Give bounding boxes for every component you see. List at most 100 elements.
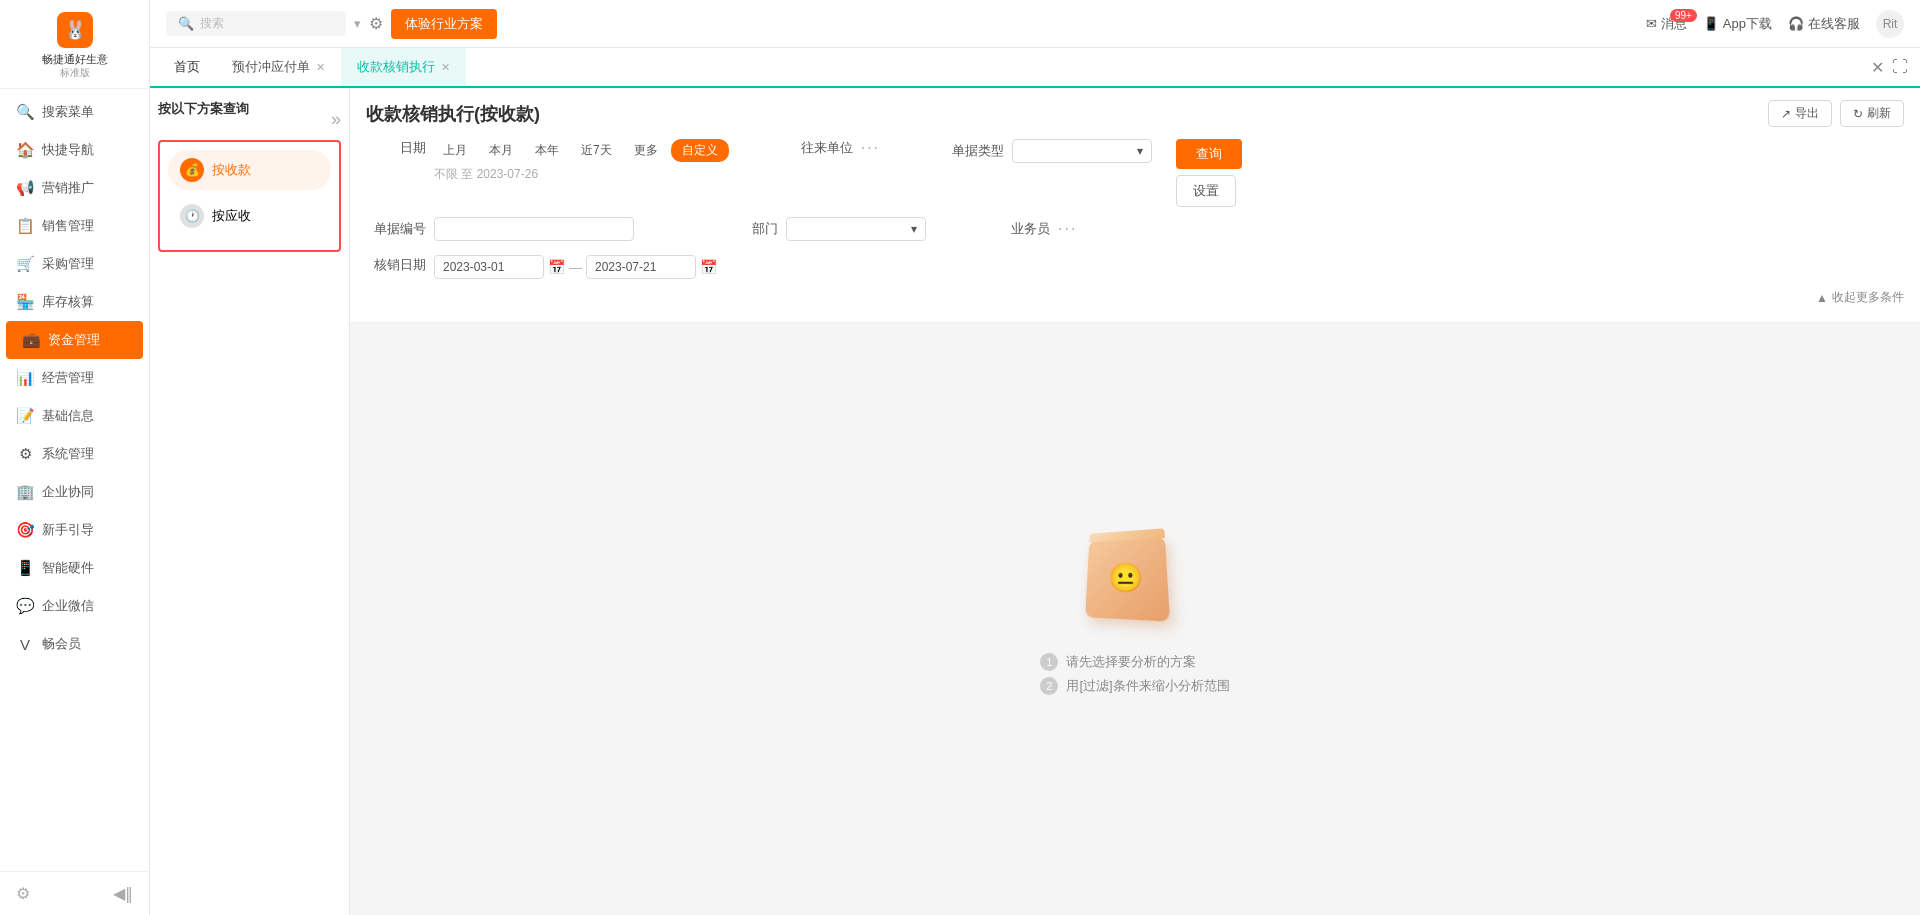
- doc-no-input[interactable]: [434, 217, 634, 241]
- sidebar-item-guide[interactable]: 🎯 新手引导: [0, 511, 149, 549]
- app-name: 畅捷通好生意: [42, 52, 108, 66]
- guide-icon: 🎯: [16, 521, 34, 539]
- message-btn[interactable]: ✉ 消息 99+: [1646, 15, 1687, 33]
- doc-type-dropdown-icon: ▾: [1137, 144, 1143, 158]
- refresh-btn[interactable]: ↻ 刷新: [1840, 100, 1904, 127]
- sidebar-item-enterprise[interactable]: 🏢 企业协同: [0, 473, 149, 511]
- counterpart-field: 往来单位 ···: [793, 139, 880, 157]
- date-section: 上月 本月 本年 近7天 更多 自定义 不限 至 2023-07-26: [434, 139, 729, 183]
- tab-close-btn[interactable]: ✕: [1871, 58, 1884, 77]
- date-quick-row: 上月 本月 本年 近7天 更多 自定义: [434, 139, 729, 162]
- main-area: 🔍 搜索 ▾ ⚙ 体验行业方案 ✉ 消息 99+ 📱 App下载 🎧 在线客服 …: [150, 0, 1920, 915]
- query-btn[interactable]: 查询: [1176, 139, 1242, 169]
- filter-by-receipt[interactable]: 💰 按收款: [168, 150, 331, 190]
- tab-home[interactable]: 首页: [158, 48, 216, 88]
- sidebar-item-hardware[interactable]: 📱 智能硬件: [0, 549, 149, 587]
- top-search-box[interactable]: 🔍 搜索: [166, 11, 346, 36]
- date-range-separator: —: [569, 260, 582, 275]
- hint-text-1: 请先选择要分析的方案: [1066, 653, 1196, 671]
- sidebar-item-quick[interactable]: 🏠 快捷导航: [0, 131, 149, 169]
- sales-icon: 📋: [16, 217, 34, 235]
- export-btn[interactable]: ↗ 导出: [1768, 100, 1832, 127]
- date-this-year[interactable]: 本年: [526, 139, 568, 162]
- setting-btn[interactable]: 设置: [1176, 175, 1236, 207]
- sidebar-item-marketing[interactable]: 📢 营销推广: [0, 169, 149, 207]
- sidebar-item-search[interactable]: 🔍 搜索菜单: [0, 93, 149, 131]
- industry-btn[interactable]: 体验行业方案: [391, 9, 497, 39]
- dept-select[interactable]: ▾: [786, 217, 926, 241]
- date-this-month[interactable]: 本月: [480, 139, 522, 162]
- sidebar-item-base[interactable]: 📝 基础信息: [0, 397, 149, 435]
- sidebar-item-sales[interactable]: 📋 销售管理: [0, 207, 149, 245]
- date-last-month[interactable]: 上月: [434, 139, 476, 162]
- filter-by-receivable[interactable]: 🕐 按应收: [168, 196, 331, 236]
- verify-end-input[interactable]: [586, 255, 696, 279]
- panel-collapse-btn[interactable]: »: [331, 109, 341, 130]
- system-icon: ⚙: [16, 445, 34, 463]
- vip-icon: V: [16, 636, 34, 653]
- date-more[interactable]: 更多: [625, 139, 667, 162]
- dept-field: 部门 ▾: [718, 217, 926, 241]
- sidebar-item-system[interactable]: ⚙ 系统管理: [0, 435, 149, 473]
- tab-receivable-label: 收款核销执行: [357, 58, 435, 76]
- verify-date-group: 📅 — 📅: [434, 255, 717, 279]
- hint-num-2: 2: [1040, 677, 1058, 695]
- service-label: 在线客服: [1808, 15, 1860, 33]
- sidebar-collapse-icon[interactable]: ◀‖: [113, 884, 133, 903]
- purchase-icon: 🛒: [16, 255, 34, 273]
- page-title: 收款核销执行(按收款): [366, 102, 540, 126]
- enterprise-icon: 🏢: [16, 483, 34, 501]
- user-name: Rit: [1883, 17, 1898, 31]
- search-icon: 🔍: [178, 16, 194, 31]
- sidebar-item-label: 经营管理: [42, 369, 94, 387]
- sidebar-item-finance[interactable]: 💼 资金管理: [6, 321, 143, 359]
- app-download-btn[interactable]: 📱 App下载: [1703, 15, 1772, 33]
- message-badge: 99+: [1670, 9, 1697, 22]
- sidebar-item-operations[interactable]: 📊 经营管理: [0, 359, 149, 397]
- tab-expand-btn[interactable]: ⛶: [1892, 58, 1908, 76]
- verify-start-input[interactable]: [434, 255, 544, 279]
- marketing-icon: 📢: [16, 179, 34, 197]
- dropdown-icon[interactable]: ▾: [354, 16, 361, 31]
- tab-home-label: 首页: [174, 58, 200, 76]
- sidebar-item-inventory[interactable]: 🏪 库存核算: [0, 283, 149, 321]
- tab-receivable[interactable]: 收款核销执行 ✕: [341, 48, 466, 88]
- content-area: 😐 1 请先选择要分析的方案 2 用[过滤]条件来缩小分析范围: [350, 323, 1920, 915]
- verify-end-calendar-icon[interactable]: 📅: [700, 259, 717, 275]
- hint-text-2: 用[过滤]条件来缩小分析范围: [1066, 677, 1229, 695]
- staff-dots-btn[interactable]: ···: [1058, 220, 1077, 238]
- user-avatar[interactable]: Rit: [1876, 10, 1904, 38]
- sidebar-item-label: 库存核算: [42, 293, 94, 311]
- verify-start-calendar-icon[interactable]: 📅: [548, 259, 565, 275]
- doc-type-select[interactable]: ▾: [1012, 139, 1152, 163]
- counterpart-dots-btn[interactable]: ···: [861, 139, 880, 157]
- online-service-btn[interactable]: 🎧 在线客服: [1788, 15, 1860, 33]
- date-filter-field: 日期 上月 本月 本年 近7天 更多 自定义 不限 至 2023-07-26: [366, 139, 729, 183]
- sidebar-item-purchase[interactable]: 🛒 采购管理: [0, 245, 149, 283]
- doc-no-field: 单据编号: [366, 217, 634, 241]
- verify-date-field: 核销日期 📅 — 📅: [366, 251, 717, 279]
- tab-prepay[interactable]: 预付冲应付单 ✕: [216, 48, 341, 88]
- sidebar-item-vip[interactable]: V 畅会员: [0, 625, 149, 663]
- page-action-buttons: ↗ 导出 ↻ 刷新: [1768, 100, 1904, 127]
- tab-prepay-close[interactable]: ✕: [316, 61, 325, 74]
- sidebar-item-label: 营销推广: [42, 179, 94, 197]
- sidebar-item-label: 资金管理: [48, 331, 100, 349]
- receipt-icon: 💰: [180, 158, 204, 182]
- home-icon: 🏠: [16, 141, 34, 159]
- refresh-icon: ↻: [1853, 107, 1863, 121]
- tab-actions: ✕ ⛶: [1871, 48, 1912, 86]
- left-filter-panel: 按以下方案查询 » 💰 按收款 🕐 按应收: [150, 88, 350, 915]
- date-no-limit: 不限 至 2023-07-26: [434, 166, 729, 183]
- inventory-icon: 🏪: [16, 293, 34, 311]
- empty-face-icon: 😐: [1108, 560, 1144, 594]
- date-custom[interactable]: 自定义: [671, 139, 729, 162]
- gear-icon[interactable]: ⚙: [369, 14, 383, 33]
- sidebar-item-wechat[interactable]: 💬 企业微信: [0, 587, 149, 625]
- date-last-7days[interactable]: 近7天: [572, 139, 621, 162]
- sidebar-settings-icon[interactable]: ⚙: [16, 884, 30, 903]
- staff-label: 业务员: [990, 220, 1050, 238]
- right-panel: 收款核销执行(按收款) ↗ 导出 ↻ 刷新: [350, 88, 1920, 915]
- collapse-more-btn[interactable]: ▲ 收起更多条件: [366, 285, 1904, 310]
- tab-receivable-close[interactable]: ✕: [441, 61, 450, 74]
